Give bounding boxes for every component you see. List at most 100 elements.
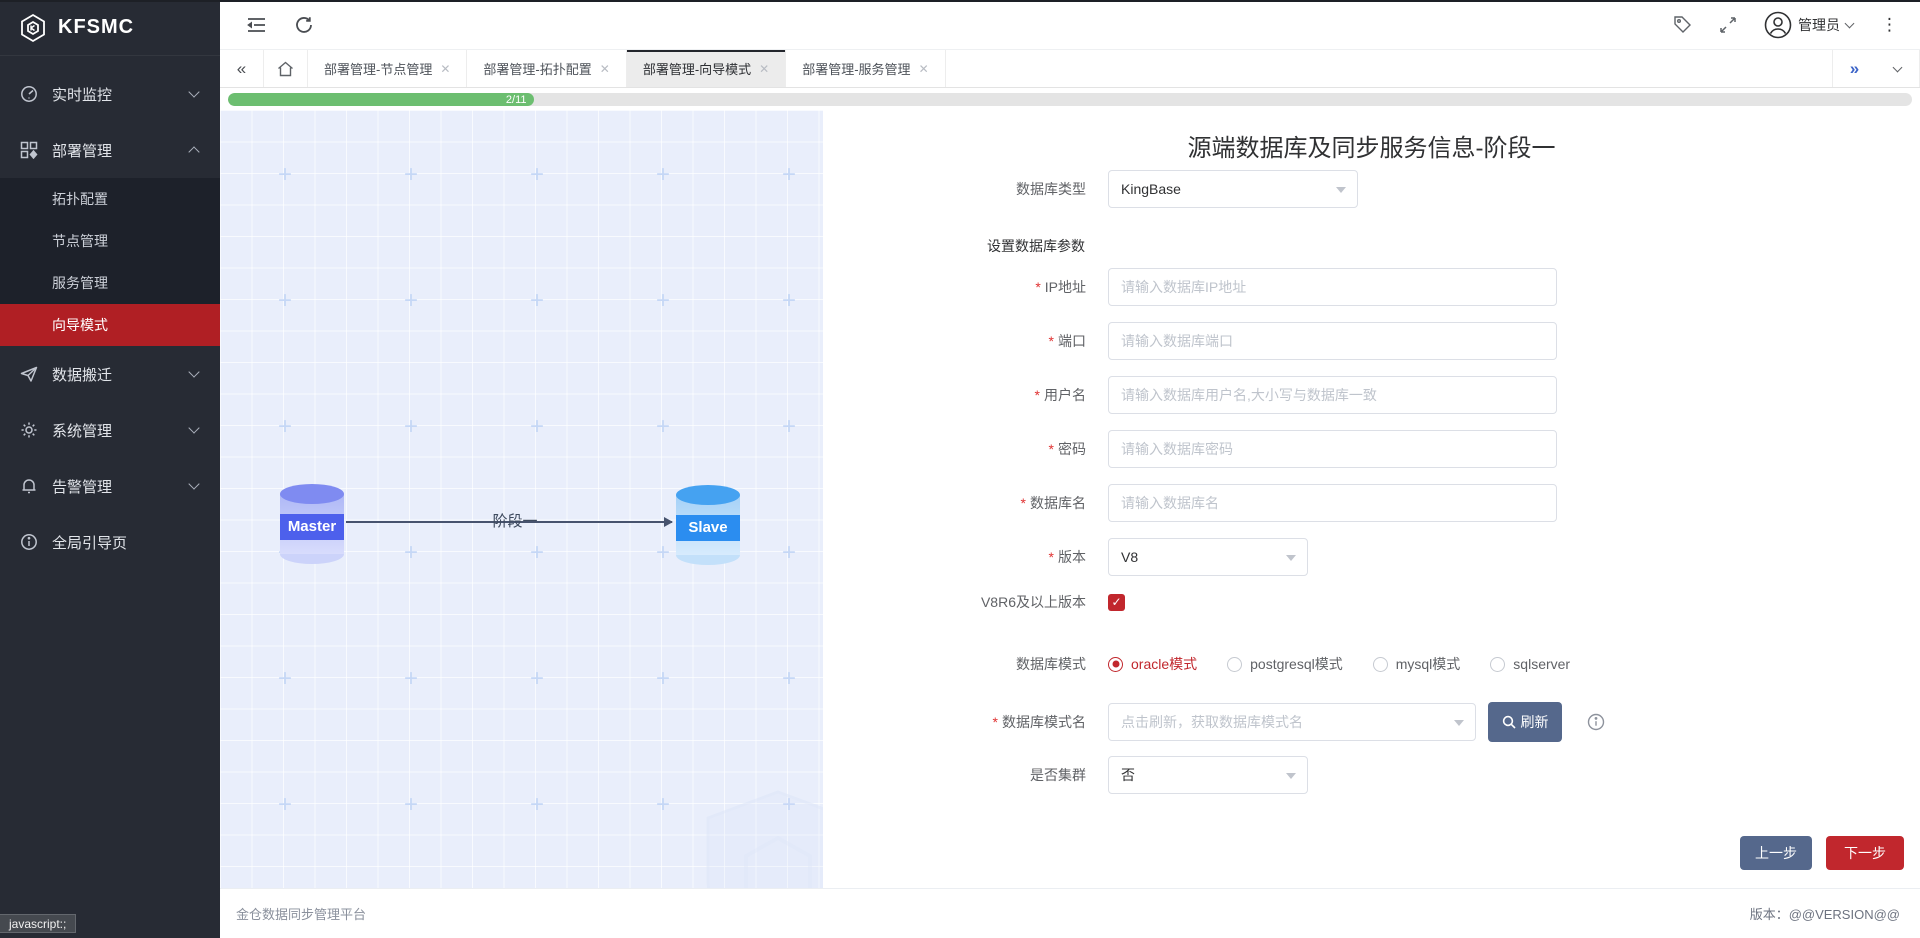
cluster-row: 是否集群 否 [823,756,1308,794]
tab-wizard-mode[interactable]: 部署管理-向导模式 ✕ [626,50,787,87]
wizard-progress-strip: 2/11 [220,88,1920,110]
footer: 金仓数据同步管理平台 版本：@@VERSION@@ [220,888,1920,938]
chevron-down-icon [188,478,200,490]
db-name-row: * 数据库名 [823,484,1557,522]
prev-step-button[interactable]: 上一步 [1740,836,1812,870]
refresh-page-icon[interactable] [294,15,314,35]
grid-cross-icon: + [403,412,419,440]
home-tab-icon[interactable] [264,50,308,87]
next-step-button[interactable]: 下一步 [1826,836,1904,870]
version-select[interactable]: V8 [1108,538,1308,576]
alarm-bell-icon [20,477,38,495]
field-label: * 版本 [1048,549,1086,565]
sidebar-item-wizard-mode[interactable]: 向导模式 [0,304,220,346]
grid-cross-icon: + [403,664,419,692]
grid-cross-icon: + [277,412,293,440]
deploy-submenu: 拓扑配置 节点管理 服务管理 向导模式 [0,178,220,346]
db-schema-select[interactable]: 点击刷新，获取数据库模式名 [1108,703,1476,741]
sidebar-item-realtime-monitor[interactable]: 实时监控 [0,66,220,122]
sidebar-item-alert-management[interactable]: 告警管理 [0,458,220,514]
topology-canvas[interactable]: ++++++++++++++++++++++++++++++ 阶段一 Maste… [220,110,823,888]
v8r6-checkbox[interactable]: ✓ [1108,593,1125,611]
caret-down-icon [1336,187,1346,193]
user-name: 管理员 [1798,16,1840,33]
window-top-edge [0,0,1920,2]
collapse-sidebar-icon[interactable] [246,15,266,35]
password-input[interactable] [1108,430,1557,468]
radio-icon [1372,656,1388,672]
scroll-tabs-left-icon[interactable]: « [220,50,264,87]
tab-node-management[interactable]: 部署管理-节点管理 ✕ [308,50,468,87]
ip-input[interactable] [1108,268,1557,306]
sidebar-item-system-management[interactable]: 系统管理 [0,402,220,458]
grid-cross-icon: + [403,160,419,188]
port-input[interactable] [1108,322,1557,360]
port-row: * 端口 [823,322,1557,360]
radio-postgresql-mode[interactable]: postgresql模式 [1227,654,1343,674]
radio-icon [1227,656,1243,672]
sidebar-item-deploy-management[interactable]: 部署管理 [0,122,220,178]
cylinder-top [280,484,344,504]
grid-cross-icon: + [403,790,419,818]
tabs-dropdown-icon[interactable] [1876,50,1920,87]
slave-db-node[interactable]: Slave [676,485,740,565]
close-tab-icon[interactable]: ✕ [600,63,610,75]
progress-label: 2/11 [505,93,527,106]
grid-cross-icon: + [655,538,671,566]
username-input[interactable] [1108,376,1557,414]
field-label: V8R6及以上版本 [980,594,1086,610]
sidebar-item-data-migration[interactable]: 数据搬迁 [0,346,220,402]
sidebar-item-label: 数据搬迁 [52,366,113,384]
sidebar-item-topology-config[interactable]: 拓扑配置 [0,178,220,220]
grid-cross-icon: + [277,286,293,314]
grid-cross-icon: + [529,790,545,818]
caret-down-icon [1286,555,1296,561]
chevron-down-icon [1844,18,1855,28]
refresh-button[interactable]: 刷新 [1488,702,1562,742]
paper-plane-icon [20,365,38,383]
radio-oracle-mode[interactable]: oracle模式 [1108,654,1197,674]
field-label: * 密码 [1048,441,1086,457]
main-content: 2/11 ++++++++++++++++++++++++++++++ 阶段一 … [220,88,1920,888]
password-row: * 密码 [823,430,1557,468]
grid-cross-icon: + [781,286,797,314]
fullscreen-icon[interactable] [1718,15,1738,35]
tab-topology-config[interactable]: 部署管理-拓扑配置 ✕ [467,50,627,87]
gear-icon [20,421,38,439]
more-options-icon[interactable]: ⋮ [1879,16,1900,33]
radio-mysql-mode[interactable]: mysql模式 [1372,654,1460,674]
monitor-icon [20,85,38,103]
sidebar-item-node-management[interactable]: 节点管理 [0,220,220,262]
avatar [1764,11,1792,39]
tag-icon[interactable] [1672,15,1692,35]
db-mode-radio-group: oracle模式 postgresql模式 mysql模式 sqlserver [1108,654,1570,674]
radio-label: oracle模式 [1131,656,1198,672]
tab-service-management[interactable]: 部署管理-服务管理 ✕ [786,50,946,87]
submenu-item-label: 服务管理 [52,275,108,291]
db-name-input[interactable] [1108,484,1557,522]
close-tab-icon[interactable]: ✕ [919,63,929,75]
select-value: 否 [1121,767,1135,783]
info-circle-icon [20,533,38,551]
master-db-node[interactable]: Master [280,484,344,564]
close-tab-icon[interactable]: ✕ [759,63,769,75]
sidebar-item-global-guide[interactable]: 全局引导页 [0,514,220,570]
grid-cross-icon: + [277,160,293,188]
footer-platform-name: 金仓数据同步管理平台 [236,907,367,922]
cluster-select[interactable]: 否 [1108,756,1308,794]
scroll-tabs-right-icon[interactable]: » [1832,50,1876,87]
close-tab-icon[interactable]: ✕ [440,63,450,75]
tab-label: 部署管理-拓扑配置 [483,62,592,77]
field-label: 数据库模式 [1016,656,1086,672]
db-type-select[interactable]: KingBase [1108,170,1358,208]
info-tooltip-icon[interactable] [1587,713,1605,731]
grid-cross-icon: + [529,538,545,566]
radio-sqlserver-mode[interactable]: sqlserver [1490,656,1570,672]
app-title: KFSMC [58,16,135,38]
db-schema-row: * 数据库模式名 点击刷新，获取数据库模式名 刷新 [823,702,1605,742]
user-menu[interactable]: 管理员 [1764,11,1855,39]
deploy-icon [20,141,38,159]
sidebar-item-service-management[interactable]: 服务管理 [0,262,220,304]
version-row: * 版本 V8 [823,538,1308,576]
v8r6-row: V8R6及以上版本 ✓ [823,590,1125,614]
